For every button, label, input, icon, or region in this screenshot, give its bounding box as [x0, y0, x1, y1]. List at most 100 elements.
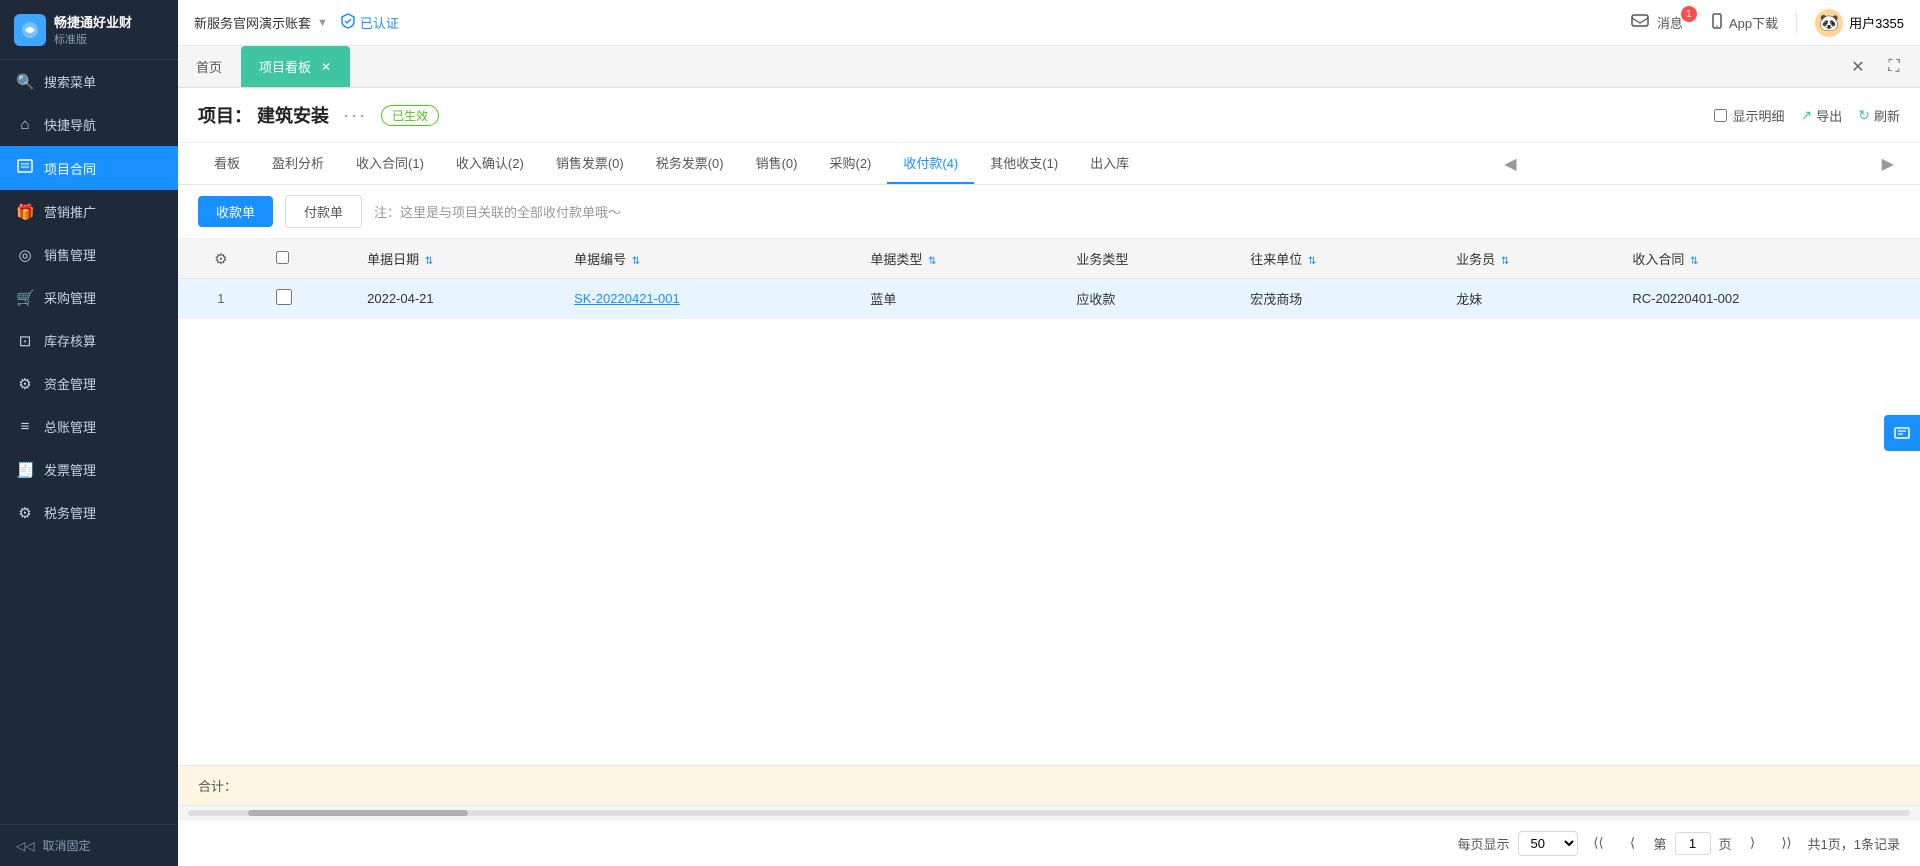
unpin-label: 取消固定: [42, 837, 90, 854]
sort-date-icon[interactable]: ⇅: [425, 256, 433, 267]
project-title: 项目： 建筑安装: [198, 102, 329, 128]
column-settings-icon[interactable]: ⚙: [214, 251, 227, 268]
project-status-badge: 已生效: [381, 105, 439, 126]
sidebar-item-quick-nav[interactable]: ⌂ 快捷导航: [0, 103, 178, 146]
sidebar-unpin[interactable]: ◁◁ 取消固定: [0, 824, 178, 866]
td-row-checkbox: [264, 279, 355, 319]
tab-close-window-button[interactable]: ✕: [1844, 53, 1872, 81]
select-all-checkbox[interactable]: [276, 251, 289, 264]
subtab-inout-warehouse[interactable]: 出入库: [1074, 143, 1145, 184]
sidebar-item-purchase-mgmt[interactable]: 🛒 采购管理: [0, 276, 178, 319]
messages-label: 消息: [1657, 13, 1683, 32]
subtab-collection-label: 收付款(4): [903, 156, 958, 171]
sidebar-label-ledger-mgmt: 总账管理: [44, 417, 96, 436]
tab-close-icon[interactable]: ✕: [321, 60, 331, 74]
sidebar-item-marketing[interactable]: 🎁 营销推广: [0, 190, 178, 233]
sort-income-contract-icon[interactable]: ⇅: [1690, 256, 1698, 267]
subtab-tax-invoice-label: 税务发票(0): [656, 156, 724, 171]
collection-order-button[interactable]: 收款单: [198, 196, 273, 227]
sidebar-item-fund-mgmt[interactable]: ⚙ 资金管理: [0, 362, 178, 405]
tabbar: 首页 项目看板 ✕ ✕ ⛶: [178, 46, 1920, 88]
payment-order-button[interactable]: 付款单: [285, 195, 362, 228]
project-more-button[interactable]: ···: [343, 105, 367, 126]
td-partner: 宏茂商场: [1238, 279, 1444, 319]
table-footer: 合计：: [178, 765, 1920, 805]
table-body: 1 2022-04-21 SK-20220421-001 蓝单 应收款 宏茂商场…: [178, 279, 1920, 319]
th-partner-label: 往来单位: [1250, 252, 1302, 267]
tab-project-board-label: 项目看板: [259, 57, 311, 76]
sidebar-item-sales-mgmt[interactable]: ◎ 销售管理: [0, 233, 178, 276]
show-detail-checkbox[interactable]: 显示明细: [1714, 106, 1784, 125]
th-number: 单据编号 ⇅: [562, 239, 858, 279]
th-date: 单据日期 ⇅: [355, 239, 562, 279]
subtab-other-expense[interactable]: 其他收支(1): [974, 143, 1074, 184]
subtab-profit-analysis[interactable]: 盈利分析: [256, 143, 340, 184]
main-area: 新服务官网演示账套 ▼ 已认证 1 消息 App下载: [178, 0, 1920, 866]
fab-right-button[interactable]: [1884, 415, 1920, 451]
subtab-next-button[interactable]: ▶: [1876, 154, 1900, 174]
sidebar-item-ledger-mgmt[interactable]: ≡ 总账管理: [0, 405, 178, 448]
export-button[interactable]: ↗ 导出: [1801, 106, 1843, 125]
subtab-board[interactable]: 看板: [198, 143, 256, 184]
sidebar-item-invoice-mgmt[interactable]: 🧾 发票管理: [0, 448, 178, 491]
workspace-selector[interactable]: 新服务官网演示账套 ▼: [194, 13, 328, 32]
tabbar-right: ✕ ⛶: [1844, 53, 1920, 81]
sidebar-item-tax-mgmt[interactable]: ⚙ 税务管理: [0, 491, 178, 534]
subtab-prev-button[interactable]: ◀: [1498, 154, 1522, 174]
subtab-profit-label: 盈利分析: [272, 156, 324, 171]
home-icon: ⌂: [16, 116, 34, 133]
project-name: 建筑安装: [257, 106, 329, 126]
subtab-sales[interactable]: 销售(0): [740, 143, 814, 184]
user-menu[interactable]: 🐼 用户3355: [1815, 9, 1904, 37]
tab-expand-button[interactable]: ⛶: [1880, 53, 1908, 81]
sidebar-label-tax-mgmt: 税务管理: [44, 503, 96, 522]
unpin-icon: ◁◁: [16, 839, 34, 853]
next-page-button[interactable]: ⟩: [1740, 830, 1766, 856]
workspace-arrow-icon: ▼: [317, 17, 328, 29]
app-download-button[interactable]: App下载: [1709, 13, 1778, 32]
page-number-input[interactable]: 1: [1675, 832, 1711, 855]
sales-icon: ◎: [16, 246, 34, 264]
subtab-collection[interactable]: 收付款(4): [887, 143, 974, 184]
sort-salesperson-icon[interactable]: ⇅: [1501, 256, 1509, 267]
subtab-income-contract[interactable]: 收入合同(1): [340, 143, 440, 184]
sidebar-label-project-contract: 项目合同: [44, 159, 96, 178]
th-income-contract: 收入合同 ⇅: [1620, 239, 1920, 279]
sort-number-icon[interactable]: ⇅: [632, 256, 640, 267]
refresh-button[interactable]: ↻ 刷新: [1858, 106, 1900, 125]
sidebar-item-search[interactable]: 🔍 搜索菜单: [0, 60, 178, 103]
sidebar-item-inventory[interactable]: ⊡ 库存核算: [0, 319, 178, 362]
prev-page-button[interactable]: ⟨: [1620, 830, 1646, 856]
td-income-contract: RC-20220401-002: [1620, 279, 1920, 319]
refresh-icon: ↻: [1858, 107, 1870, 124]
scrollbar-track[interactable]: [188, 810, 1910, 816]
td-biz-type: 应收款: [1064, 279, 1238, 319]
sidebar-label-quick-nav: 快捷导航: [44, 115, 96, 134]
th-biz-type-label: 业务类型: [1076, 252, 1128, 267]
sort-partner-icon[interactable]: ⇅: [1308, 256, 1316, 267]
subtab-income-confirm[interactable]: 收入确认(2): [440, 143, 540, 184]
tab-project-board[interactable]: 项目看板 ✕: [241, 46, 350, 87]
sort-type-icon[interactable]: ⇅: [928, 256, 936, 267]
phone-icon: [1709, 13, 1725, 32]
messages-button[interactable]: 1 消息: [1623, 12, 1691, 33]
sidebar-header: 畅捷通好业财 标准版: [0, 0, 178, 60]
page-prefix-label: 第: [1654, 834, 1667, 853]
show-detail-input[interactable]: [1714, 109, 1727, 122]
subtab-sales-invoice[interactable]: 销售发票(0): [540, 143, 640, 184]
first-page-button[interactable]: ⟨⟨: [1586, 830, 1612, 856]
pagination: 每页显示 50 20 100 ⟨⟨ ⟨ 第 1 页 ⟩ ⟩⟩ 共1页，1条记录: [178, 819, 1920, 866]
show-detail-label: 显示明细: [1732, 106, 1784, 125]
th-salesperson-label: 业务员: [1456, 252, 1495, 267]
row-select-checkbox[interactable]: [276, 289, 292, 305]
subtab-purchase[interactable]: 采购(2): [813, 143, 887, 184]
scrollbar-thumb[interactable]: [248, 810, 468, 816]
record-number-link[interactable]: SK-20220421-001: [574, 291, 680, 306]
tab-home[interactable]: 首页: [178, 46, 241, 87]
sidebar-item-project-contract[interactable]: 项目合同: [0, 146, 178, 190]
per-page-select[interactable]: 50 20 100: [1518, 831, 1578, 856]
last-page-button[interactable]: ⟩⟩: [1774, 830, 1800, 856]
subtab-tax-invoice[interactable]: 税务发票(0): [640, 143, 740, 184]
table-scrollbar[interactable]: [178, 805, 1920, 819]
ledger-icon: ≡: [16, 418, 34, 435]
